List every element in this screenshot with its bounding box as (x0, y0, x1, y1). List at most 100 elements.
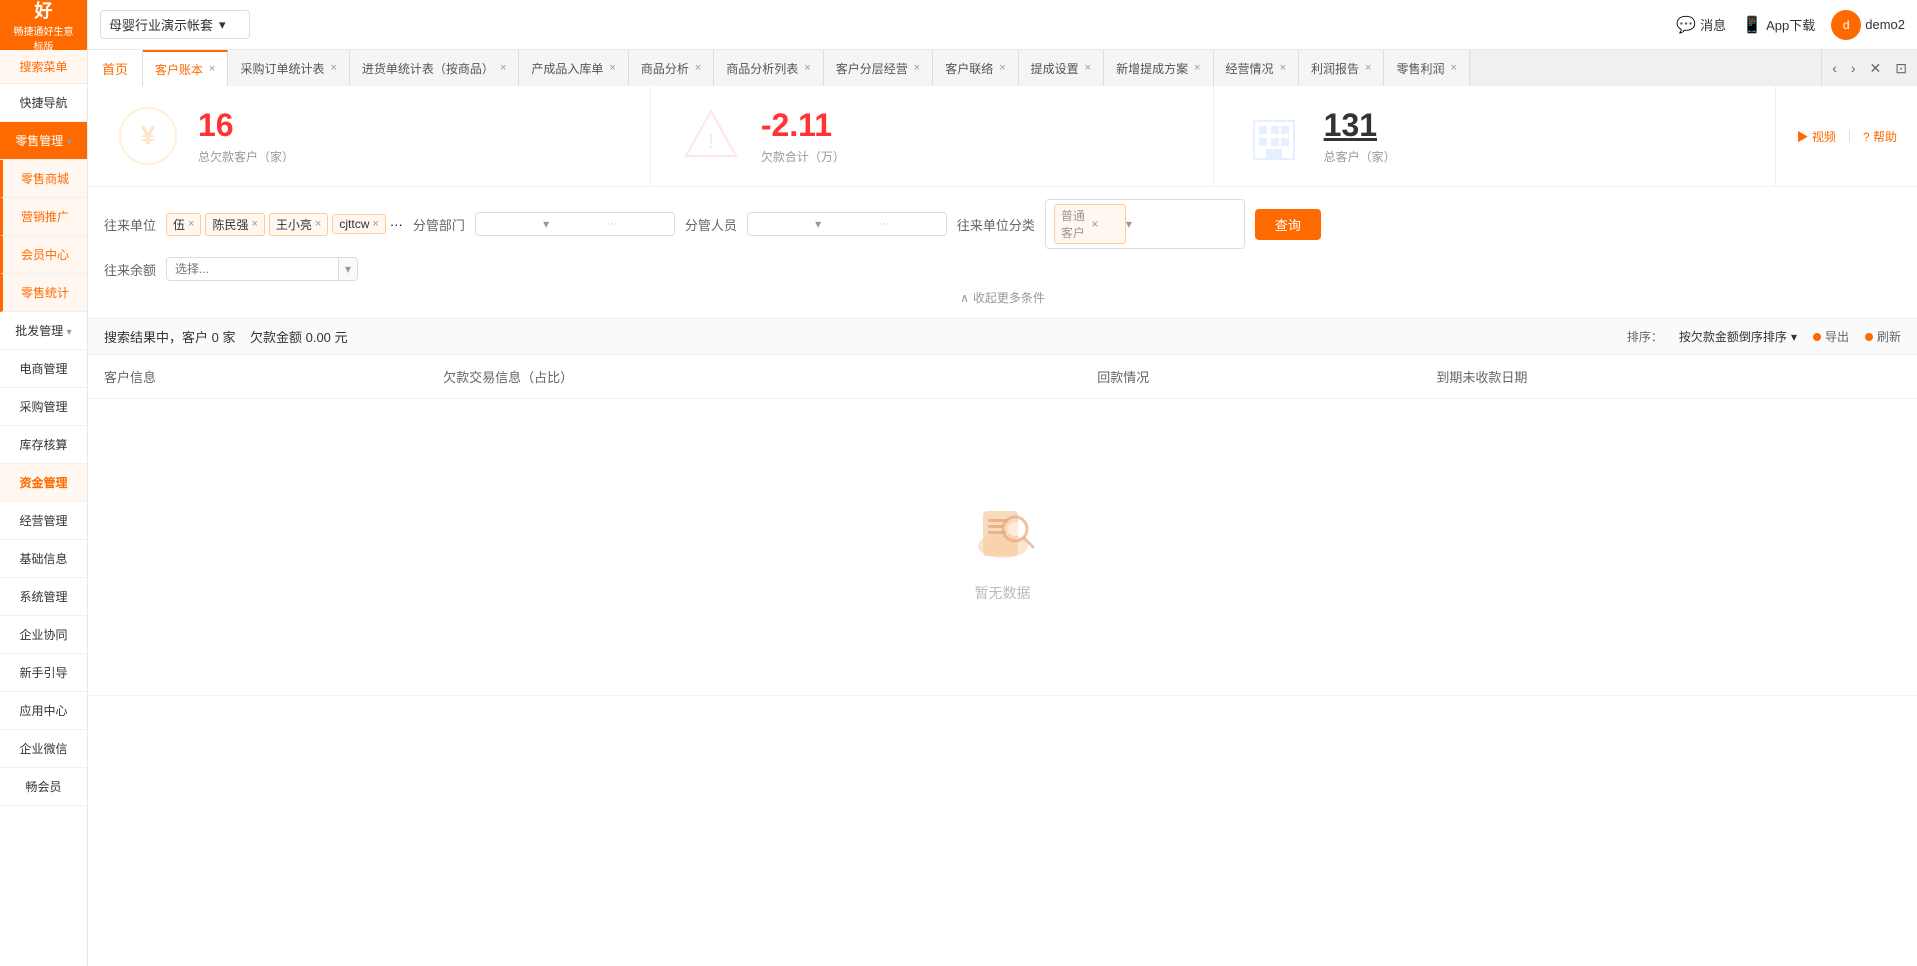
message-button[interactable]: 💬 消息 (1676, 15, 1726, 35)
col-customer-info: 客户信息 (88, 355, 427, 399)
tag-wang: 王小亮 × (269, 213, 328, 236)
avatar: d (1831, 10, 1861, 40)
sidebar-item-enterprise[interactable]: 企业协同 (0, 616, 87, 654)
help-link[interactable]: ? 帮助 (1863, 128, 1897, 145)
refresh-button[interactable]: 刷新 (1865, 328, 1901, 345)
sidebar-item-operations[interactable]: 经营管理 (0, 502, 87, 540)
tab-customer-ledger[interactable]: 客户账本 × (143, 50, 228, 86)
tab-product-list[interactable]: 商品分析列表 × (714, 50, 823, 86)
tag-chen: 陈民强 × (205, 213, 264, 236)
company-tags: 伍 × 陈民强 × 王小亮 × cjttcw × ··· (166, 213, 403, 236)
tab-purchase-order[interactable]: 采购订单统计表 × (228, 50, 349, 86)
sidebar-item-member[interactable]: 会员中心 (0, 236, 87, 274)
department-filter-label: 分管部门 (413, 215, 465, 234)
message-icon: 💬 (1676, 15, 1696, 35)
tab-operations[interactable]: 经营情况 × (1214, 50, 1299, 86)
search-menu-label[interactable]: 搜索菜单 (6, 58, 81, 75)
collapse-button[interactable]: ∧ 收起更多条件 (104, 289, 1901, 306)
sidebar-item-retail-stats[interactable]: 零售统计 (0, 274, 87, 312)
chevron-up-icon: ∧ (960, 291, 969, 305)
tab-customer-ledger-label: 客户账本 (155, 61, 203, 78)
sidebar-item-inventory[interactable]: 库存核算 (0, 426, 87, 464)
tab-customer-tier[interactable]: 客户分层经营 × (824, 50, 933, 86)
query-button[interactable]: 查询 (1255, 209, 1321, 240)
category-tag-close[interactable]: × (1091, 217, 1119, 231)
tab-customer-contact[interactable]: 客户联络 × (933, 50, 1018, 86)
tag-chen-close[interactable]: × (251, 218, 257, 230)
tag-wang-close[interactable]: × (315, 218, 321, 230)
tab-product-inbound-label: 产成品入库单 (531, 60, 603, 77)
sidebar-item-purchase[interactable]: 采购管理 (0, 388, 87, 426)
tab-new-commission-label: 新增提成方案 (1116, 60, 1188, 77)
sidebar-item-retail-mall[interactable]: 零售商城 (0, 160, 87, 198)
tag-cjttcw-close[interactable]: × (372, 218, 378, 230)
store-selector[interactable]: 母婴行业演示帐套 ▾ (100, 10, 250, 39)
collapse-label: 收起更多条件 (973, 289, 1045, 306)
close-icon[interactable]: × (999, 62, 1005, 74)
content-area: ¥ 16 总欠款客户（家） ! -2.11 欠款合计（ (88, 86, 1917, 966)
sidebar-item-system[interactable]: 系统管理 (0, 578, 87, 616)
sidebar-item-quick-nav[interactable]: 快捷导航 (0, 84, 87, 122)
tab-maximize-icon[interactable]: ⊡ (1891, 58, 1911, 79)
close-icon[interactable]: × (609, 62, 615, 74)
tab-prev-icon[interactable]: ‹ (1828, 58, 1841, 78)
tab-profit-report[interactable]: 利润报告 × (1299, 50, 1384, 86)
tab-new-commission[interactable]: 新增提成方案 × (1104, 50, 1213, 86)
sidebar-item-marketing[interactable]: 营销推广 (0, 198, 87, 236)
sidebar-search[interactable]: 搜索菜单 (0, 50, 87, 84)
close-icon[interactable]: × (500, 62, 506, 74)
filter-area: 往来单位 伍 × 陈民强 × 王小亮 × cjttcw (88, 187, 1917, 319)
tab-next-icon[interactable]: › (1847, 58, 1860, 78)
more-tags-button[interactable]: ··· (390, 217, 403, 232)
tab-retail-profit[interactable]: 零售利润 × (1384, 50, 1469, 86)
balance-input[interactable] (167, 258, 338, 280)
tab-commission-settings[interactable]: 提成设置 × (1019, 50, 1104, 86)
balance-dropdown-icon[interactable]: ▾ (338, 258, 357, 280)
department-select[interactable]: ▾ ··· (475, 212, 675, 236)
sidebar-item-wechat[interactable]: 企业微信 (0, 730, 87, 768)
user-menu-button[interactable]: d demo2 (1831, 10, 1905, 40)
chevron-right-icon: ▾ (67, 327, 72, 338)
close-icon[interactable]: × (209, 63, 215, 75)
results-actions: 排序： 按欠款金额倒序排序 ▾ 导出 刷新 (1627, 328, 1901, 345)
sidebar-item-finance[interactable]: 资金管理 (0, 464, 87, 502)
sidebar-item-app-center[interactable]: 应用中心 (0, 692, 87, 730)
tab-product-analysis[interactable]: 商品分析 × (629, 50, 714, 86)
sidebar-item-newbie[interactable]: 新手引导 (0, 654, 87, 692)
results-count-prefix: 搜索结果中，客户 (104, 330, 208, 345)
chevron-down-icon: ▾ (67, 137, 72, 148)
app-download-button[interactable]: 📱 App下载 (1742, 15, 1815, 35)
empty-state-icon (963, 491, 1043, 571)
close-icon[interactable]: × (1280, 62, 1286, 74)
sidebar-item-retail[interactable]: 零售管理 ▾ (0, 122, 87, 160)
close-icon[interactable]: × (804, 62, 810, 74)
tag-wu-close[interactable]: × (188, 218, 194, 230)
sidebar-item-basic-info[interactable]: 基础信息 (0, 540, 87, 578)
category-filter-label: 往来单位分类 (957, 215, 1035, 234)
logo-icon: 好 (35, 0, 53, 23)
close-icon[interactable]: × (695, 62, 701, 74)
sort-select[interactable]: 按欠款金额倒序排序 ▾ (1679, 328, 1797, 345)
col-repayment: 回款情况 (1081, 355, 1420, 399)
close-icon[interactable]: × (1365, 62, 1371, 74)
empty-state: 暂无数据 (104, 411, 1901, 683)
tab-product-inbound[interactable]: 产成品入库单 × (519, 50, 628, 86)
sidebar-item-member2[interactable]: 畅会员 (0, 768, 87, 806)
question-icon: ? (1863, 130, 1873, 144)
person-select[interactable]: ▾ ··· (747, 212, 947, 236)
category-select[interactable]: 普通客户 × ▾ (1045, 199, 1245, 249)
sidebar-item-wholesale[interactable]: 批发管理 ▾ (0, 312, 87, 350)
close-icon[interactable]: × (914, 62, 920, 74)
close-icon[interactable]: × (1194, 62, 1200, 74)
results-count-value: 0 (212, 330, 219, 345)
tab-home[interactable]: 首页 (88, 50, 143, 86)
tab-instock-stats[interactable]: 进货单统计表（按商品） × (350, 50, 519, 86)
close-icon[interactable]: × (1085, 62, 1091, 74)
sidebar-item-ecommerce[interactable]: 电商管理 (0, 350, 87, 388)
video-link[interactable]: ▶ 视频 (1796, 128, 1835, 145)
close-icon[interactable]: × (1450, 62, 1456, 74)
results-count-suffix: 家 (223, 330, 236, 345)
tab-close-all-icon[interactable]: ✕ (1866, 58, 1886, 79)
close-icon[interactable]: × (330, 62, 336, 74)
export-button[interactable]: 导出 (1813, 328, 1849, 345)
